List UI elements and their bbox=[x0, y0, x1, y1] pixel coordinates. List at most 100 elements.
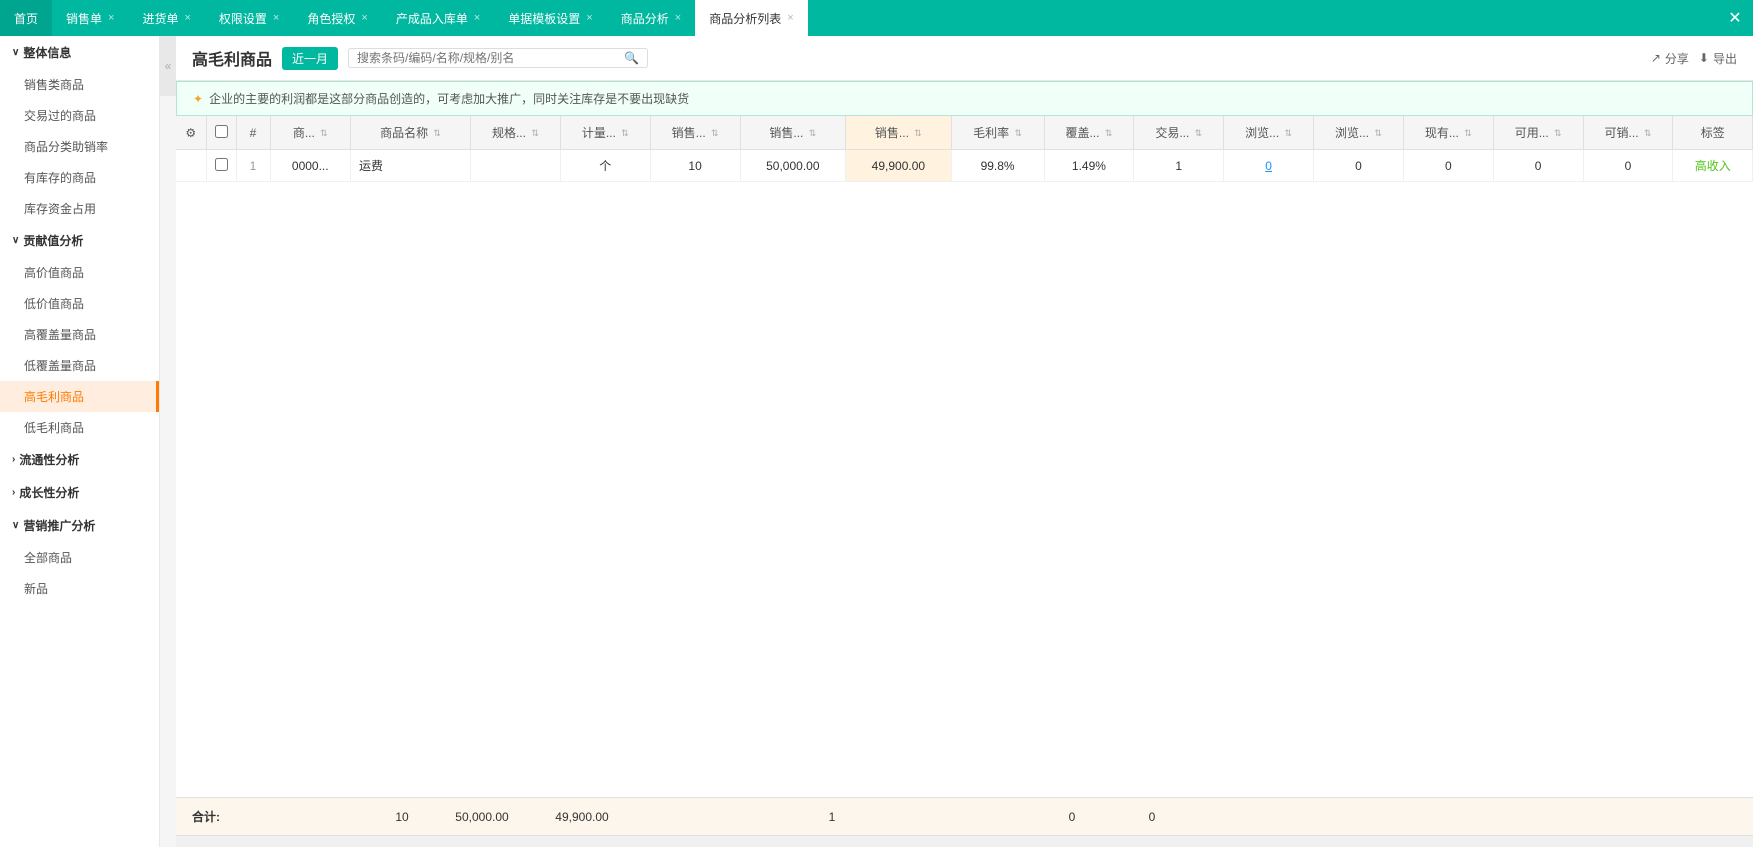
arrow-icon-3: › bbox=[12, 454, 15, 465]
sidebar-item-inventory-capital[interactable]: 库存资金占用 bbox=[0, 193, 159, 224]
sort-icon-unit[interactable]: ⇅ bbox=[621, 128, 629, 139]
sidebar-item-category-assist[interactable]: 商品分类助销率 bbox=[0, 131, 159, 162]
nav-template-settings[interactable]: 单据模板设置 × bbox=[494, 0, 606, 36]
sort-icon-spec[interactable]: ⇅ bbox=[531, 128, 539, 139]
nav-product-analysis-list[interactable]: 商品分析列表 × bbox=[695, 0, 807, 36]
td-gross-margin: 99.8% bbox=[951, 150, 1044, 182]
nav-purchase-order[interactable]: 进货单 × bbox=[128, 0, 204, 36]
sort-icon-coverage[interactable]: ⇅ bbox=[1105, 128, 1113, 139]
sidebar-group-marketing[interactable]: ∨ 营销推广分析 bbox=[0, 509, 159, 542]
select-all-checkbox[interactable] bbox=[215, 125, 228, 138]
th-unit: 计量... ⇅ bbox=[560, 116, 650, 150]
views1-link[interactable]: 0 bbox=[1265, 159, 1272, 173]
sidebar-group-contribution[interactable]: ∨ 贡献值分析 bbox=[0, 224, 159, 257]
th-views1: 浏览... ⇅ bbox=[1224, 116, 1314, 150]
footer-label: 合计: bbox=[192, 808, 272, 825]
td-views1[interactable]: 0 bbox=[1224, 150, 1314, 182]
nav-product-inbound[interactable]: 产成品入库单 × bbox=[382, 0, 494, 36]
th-current-stock: 现有... ⇅ bbox=[1403, 116, 1493, 150]
sidebar-item-stocked-goods[interactable]: 有库存的商品 bbox=[0, 162, 159, 193]
nav-close-sales-order[interactable]: × bbox=[108, 12, 114, 24]
th-settings[interactable]: ⚙ bbox=[176, 116, 206, 150]
th-tag: 标签 bbox=[1673, 116, 1753, 150]
horizontal-scrollbar[interactable] bbox=[176, 835, 1753, 847]
arrow-icon-4: › bbox=[12, 487, 15, 498]
footer-total: 合计: 10 50,000.00 49,900.00 1 0 0 bbox=[176, 797, 1753, 835]
th-spec: 规格... ⇅ bbox=[471, 116, 561, 150]
th-sales-qty-label: 销售... bbox=[672, 126, 706, 140]
footer-sales-profit: 49,900.00 bbox=[532, 810, 632, 824]
sidebar-item-traded-goods[interactable]: 交易过的商品 bbox=[0, 100, 159, 131]
sort-icon-gross-margin[interactable]: ⇅ bbox=[1014, 128, 1022, 139]
nav-product-analysis[interactable]: 商品分析 × bbox=[607, 0, 695, 36]
sort-icon-sales-profit[interactable]: ⇅ bbox=[914, 128, 922, 139]
sort-icon-views1[interactable]: ⇅ bbox=[1285, 128, 1293, 139]
sort-icon-name[interactable]: ⇅ bbox=[433, 128, 441, 139]
top-nav: 首页 销售单 × 进货单 × 权限设置 × 角色授权 × 产成品入库单 × 单据… bbox=[0, 0, 1753, 36]
search-box: 🔍 bbox=[348, 48, 648, 68]
share-icon: ↗ bbox=[1651, 51, 1661, 65]
footer-spacer1 bbox=[272, 810, 372, 824]
sidebar-item-low-margin[interactable]: 低毛利商品 bbox=[0, 412, 159, 443]
sidebar-item-high-margin[interactable]: 高毛利商品 bbox=[0, 381, 159, 412]
sort-icon-current-stock[interactable]: ⇅ bbox=[1464, 128, 1472, 139]
footer-spacer3 bbox=[712, 810, 792, 824]
sidebar-group-growth[interactable]: › 成长性分析 bbox=[0, 476, 159, 509]
table-container: ⚙ # 商... ⇅ 商品名称 ⇅ 规格... ⇅ bbox=[176, 116, 1753, 797]
nav-close-product-analysis-list[interactable]: × bbox=[787, 12, 793, 24]
nav-permissions[interactable]: 权限设置 × bbox=[205, 0, 293, 36]
tip-text: 企业的主要的利润都是这部分商品创造的，可考虑加大推广，同时关注库存是不要出现缺货 bbox=[209, 90, 689, 107]
sidebar-item-high-coverage[interactable]: 高覆盖量商品 bbox=[0, 319, 159, 350]
td-tag: 高收入 bbox=[1673, 150, 1753, 182]
td-checkbox[interactable] bbox=[206, 150, 236, 182]
window-close-button[interactable]: ✕ bbox=[1717, 0, 1753, 36]
td-spec bbox=[471, 150, 561, 182]
sidebar-toggle[interactable]: « bbox=[160, 36, 176, 96]
export-button[interactable]: ⬇ 导出 bbox=[1699, 50, 1737, 67]
sidebar-group-overall[interactable]: ∨ 整体信息 bbox=[0, 36, 159, 69]
sort-icon-views2[interactable]: ⇅ bbox=[1374, 128, 1382, 139]
nav-close-product-inbound[interactable]: × bbox=[474, 12, 480, 24]
nav-sales-order[interactable]: 销售单 × bbox=[52, 0, 128, 36]
table-header-row: ⚙ # 商... ⇅ 商品名称 ⇅ 规格... ⇅ bbox=[176, 116, 1753, 150]
th-transactions: 交易... ⇅ bbox=[1134, 116, 1224, 150]
nav-close-product-analysis[interactable]: × bbox=[675, 12, 681, 24]
sort-icon-saleable-stock[interactable]: ⇅ bbox=[1644, 128, 1652, 139]
sidebar-item-high-value[interactable]: 高价值商品 bbox=[0, 257, 159, 288]
sort-icon-available-stock[interactable]: ⇅ bbox=[1554, 128, 1562, 139]
nav-close-template-settings[interactable]: × bbox=[586, 12, 592, 24]
sidebar-group-liquidity[interactable]: › 流通性分析 bbox=[0, 443, 159, 476]
nav-close-roles[interactable]: × bbox=[361, 12, 367, 24]
footer-sales-qty: 10 bbox=[372, 810, 432, 824]
tag-badge: 高收入 bbox=[1695, 159, 1731, 173]
time-filter-button[interactable]: 近一月 bbox=[282, 47, 338, 70]
sidebar-item-sales-goods[interactable]: 销售类商品 bbox=[0, 69, 159, 100]
td-num: 1 bbox=[236, 150, 270, 182]
th-coverage-label: 覆盖... bbox=[1065, 126, 1099, 140]
nav-close-purchase-order[interactable]: × bbox=[184, 12, 190, 24]
sort-icon-transactions[interactable]: ⇅ bbox=[1195, 128, 1203, 139]
footer-transactions: 1 bbox=[792, 810, 872, 824]
th-coverage: 覆盖... ⇅ bbox=[1044, 116, 1134, 150]
td-sales-amount: 50,000.00 bbox=[740, 150, 846, 182]
nav-close-permissions[interactable]: × bbox=[273, 12, 279, 24]
nav-home[interactable]: 首页 bbox=[0, 0, 52, 36]
row-checkbox[interactable] bbox=[215, 158, 228, 171]
th-sku: 商... ⇅ bbox=[270, 116, 351, 150]
th-sales-amount: 销售... ⇅ bbox=[740, 116, 846, 150]
footer-sales-amount: 50,000.00 bbox=[432, 810, 532, 824]
search-icon[interactable]: 🔍 bbox=[624, 51, 639, 65]
footer-available-stock: 0 bbox=[1112, 810, 1192, 824]
th-saleable-stock: 可销... ⇅ bbox=[1583, 116, 1673, 150]
share-button[interactable]: ↗ 分享 bbox=[1651, 50, 1689, 67]
sort-icon-sales-amount[interactable]: ⇅ bbox=[809, 128, 817, 139]
sidebar-item-all-goods[interactable]: 全部商品 bbox=[0, 542, 159, 573]
sidebar-item-low-value[interactable]: 低价值商品 bbox=[0, 288, 159, 319]
sidebar-item-low-coverage[interactable]: 低覆盖量商品 bbox=[0, 350, 159, 381]
nav-roles[interactable]: 角色授权 × bbox=[293, 0, 381, 36]
sidebar-item-new-goods[interactable]: 新品 bbox=[0, 573, 159, 604]
sort-icon-sales-qty[interactable]: ⇅ bbox=[711, 128, 719, 139]
th-sku-label: 商... bbox=[293, 126, 315, 140]
sort-icon[interactable]: ⇅ bbox=[320, 128, 328, 139]
search-input[interactable] bbox=[357, 51, 624, 65]
